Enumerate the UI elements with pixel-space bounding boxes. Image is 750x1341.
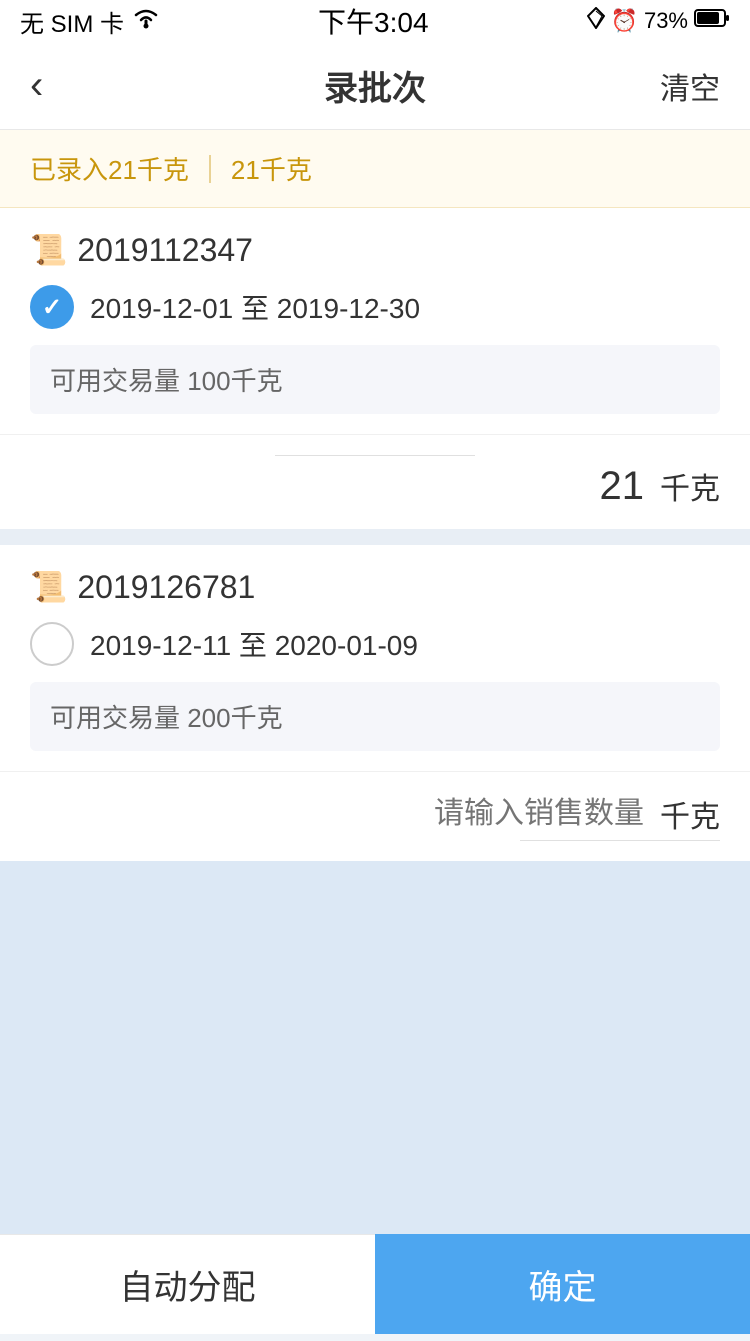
clear-button[interactable]: 清空 — [660, 64, 720, 108]
batch-date-2: 2019-12-11 至 2020-01-09 — [90, 624, 418, 664]
status-left: 无 SIM 卡 — [20, 4, 160, 39]
radio-checked-1[interactable] — [30, 285, 74, 329]
batch-item-1: 📜 2019112347 2019-12-01 至 2019-12-30 可用交… — [0, 208, 750, 529]
quantity-input-2[interactable] — [244, 797, 644, 831]
sim-status: 无 SIM 卡 — [20, 4, 124, 39]
batch-date-1: 2019-12-01 至 2019-12-30 — [90, 287, 420, 327]
empty-area — [0, 861, 750, 1241]
amount-value-1: 21 — [600, 464, 645, 509]
batch-icon-1: 📜 — [30, 233, 67, 268]
batch-quota-row-2: 可用交易量 200千克 — [30, 682, 720, 751]
batch-header-2: 📜 2019126781 — [0, 545, 750, 614]
wifi-icon — [132, 7, 160, 36]
input-divider-2 — [520, 840, 720, 841]
batch-id-2: 2019126781 — [77, 569, 255, 606]
summary-divider — [209, 155, 211, 183]
content-wrapper: 已录入21千克 21千克 📜 2019112347 2019-12-01 至 2… — [0, 130, 750, 1341]
battery-icon — [694, 8, 730, 34]
summary-label: 已录入21千克 — [30, 150, 189, 187]
input-row-2: 千克 — [0, 771, 750, 861]
auto-distribute-button[interactable]: 自动分配 — [0, 1234, 375, 1334]
amount-unit-1: 千克 — [660, 464, 720, 508]
battery-text: 73% — [644, 8, 688, 34]
confirm-button[interactable]: 确定 — [375, 1234, 750, 1334]
page-title: 录批次 — [324, 61, 426, 110]
batch-icon-2: 📜 — [30, 570, 67, 605]
batch-quota-row-1: 可用交易量 100千克 — [30, 345, 720, 414]
batch-date-row-2[interactable]: 2019-12-11 至 2020-01-09 — [0, 614, 750, 674]
batch-quota-text-1: 可用交易量 100千克 — [50, 366, 283, 396]
summary-value: 21千克 — [231, 150, 312, 187]
status-time: 下午3:04 — [318, 1, 429, 41]
radio-unchecked-2[interactable] — [30, 622, 74, 666]
location-icon — [587, 7, 605, 35]
batch-date-row-1[interactable]: 2019-12-01 至 2019-12-30 — [0, 277, 750, 337]
batch-header-1: 📜 2019112347 — [0, 208, 750, 277]
amount-divider-1 — [275, 455, 475, 456]
batch-item-2: 📜 2019126781 2019-12-11 至 2020-01-09 可用交… — [0, 545, 750, 861]
batch-quota-text-2: 可用交易量 200千克 — [50, 703, 283, 733]
nav-bar: ‹ 录批次 清空 — [0, 42, 750, 130]
status-right: ⏰ 73% — [587, 7, 730, 35]
amount-row-1: 21 千克 — [0, 434, 750, 529]
status-bar: 无 SIM 卡 下午3:04 ⏰ 73% — [0, 0, 750, 42]
input-unit-2: 千克 — [660, 792, 720, 836]
bottom-bar: 自动分配 确定 — [0, 1234, 750, 1334]
alarm-icon: ⏰ — [611, 8, 638, 34]
batch-id-1: 2019112347 — [77, 232, 253, 269]
summary-bar: 已录入21千克 21千克 — [0, 130, 750, 208]
section-divider — [0, 529, 750, 545]
back-button[interactable]: ‹ — [30, 63, 90, 108]
